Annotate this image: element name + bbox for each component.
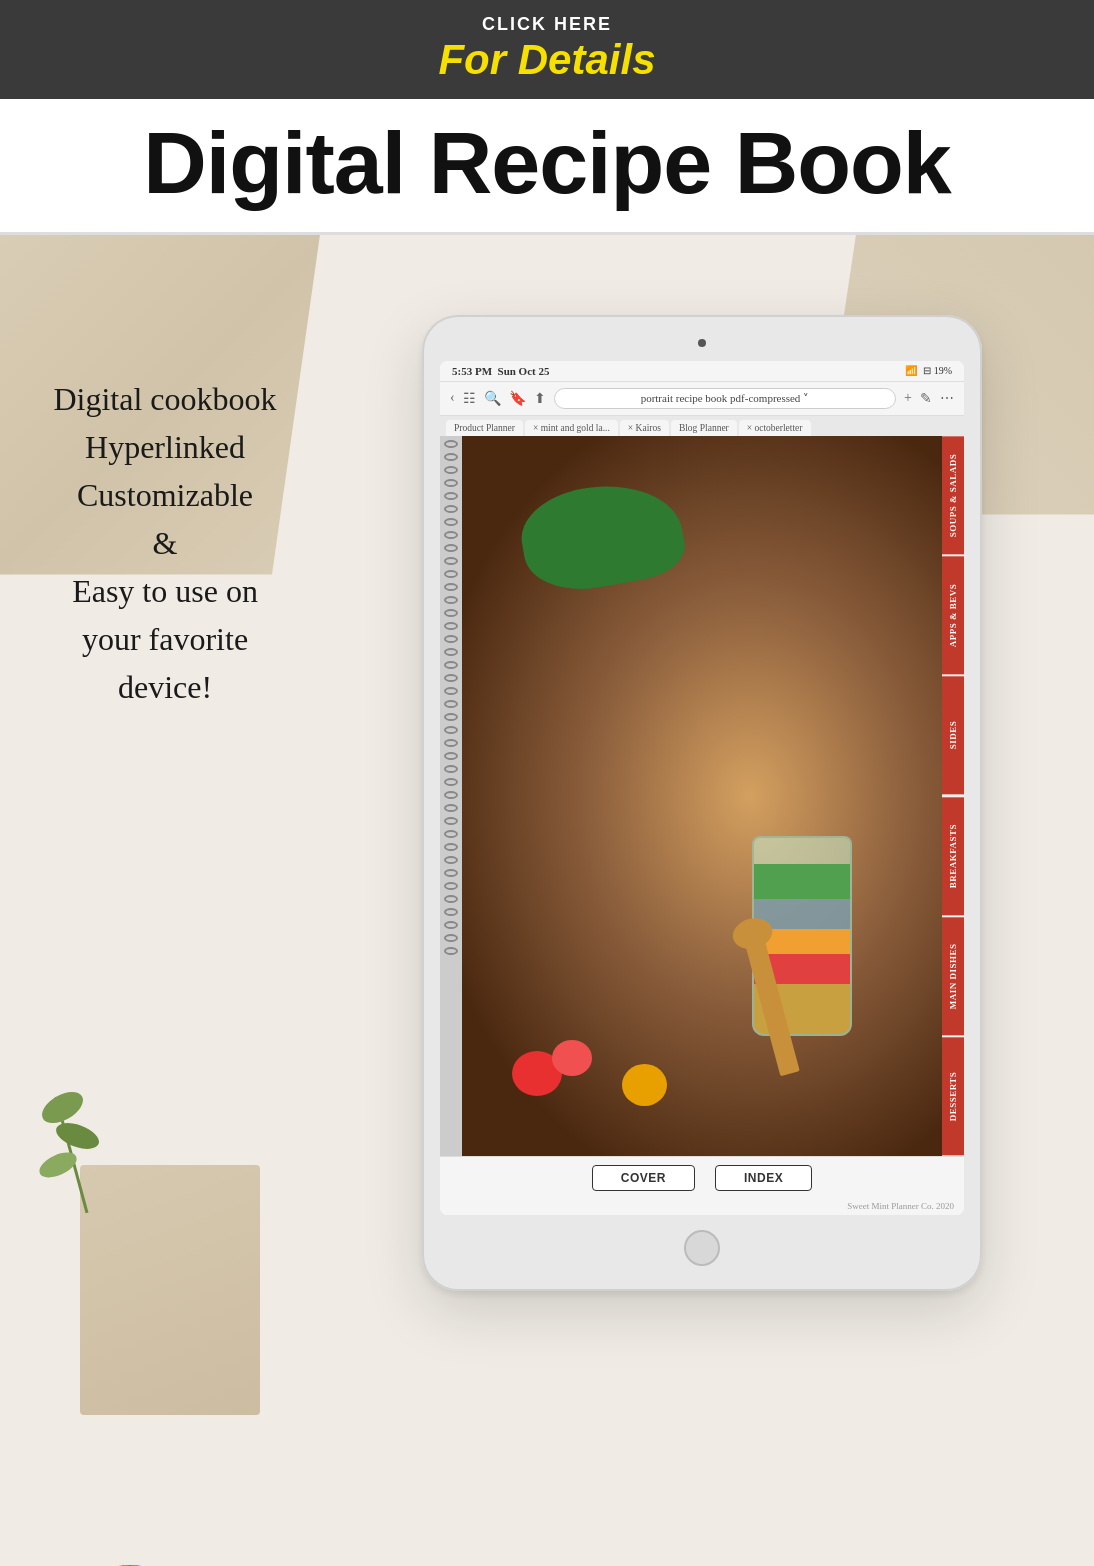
left-text-panel: Digital cookbookHyperlinkedCustomizable&… <box>0 295 310 711</box>
spiral-loop <box>444 908 458 916</box>
wifi-icon: 📶 <box>905 365 917 376</box>
spiral-loop <box>444 596 458 604</box>
leaf-decoration <box>30 1075 110 1215</box>
spiral-loop <box>444 700 458 708</box>
spiral-loop <box>444 726 458 734</box>
tab-product-planner[interactable]: Product Planner <box>446 420 523 436</box>
description-text: Digital cookbookHyperlinkedCustomizable&… <box>40 375 290 711</box>
tab-mint-gold[interactable]: × mint and gold la... <box>525 420 618 436</box>
tab-sides[interactable]: SIDES <box>942 676 964 794</box>
spiral-loop <box>444 453 458 461</box>
spiral-loop <box>444 804 458 812</box>
spiral-loop <box>444 557 458 565</box>
recipe-book-content: SOUPS & SALADS APPS & BEVS SIDES BREAKFA… <box>440 436 964 1156</box>
tablet-bottom <box>440 1223 964 1273</box>
spiral-loop <box>444 583 458 591</box>
grid-icon[interactable]: ☷ <box>463 390 476 407</box>
edit-icon[interactable]: ✎ <box>920 390 932 407</box>
spiral-loop <box>444 869 458 877</box>
for-details-label: For Details <box>20 37 1074 83</box>
tab-desserts[interactable]: DESSERTS <box>942 1037 964 1155</box>
back-button[interactable]: ‹ <box>450 390 455 406</box>
browser-toolbar[interactable]: ‹ ☷ 🔍 🔖 ⬆ portrait recipe book pdf-compr… <box>440 382 964 416</box>
leaf-c <box>36 1147 81 1182</box>
spiral-loop <box>444 479 458 487</box>
index-button[interactable]: INDEX <box>715 1165 812 1191</box>
spiral-loop <box>444 934 458 942</box>
spiral-loop <box>444 466 458 474</box>
spiral-binding <box>440 436 462 1156</box>
spiral-loop <box>444 791 458 799</box>
tomato-2 <box>552 1040 592 1076</box>
spiral-loop <box>444 713 458 721</box>
spiral-loop <box>444 661 458 669</box>
spiral-loop <box>444 518 458 526</box>
leaf-b <box>53 1118 103 1154</box>
spiral-loop <box>444 622 458 630</box>
status-icons: 📶 ⊟ 19% <box>905 365 952 376</box>
spiral-loop <box>444 648 458 656</box>
spiral-loop <box>444 609 458 617</box>
spiral-loop <box>444 856 458 864</box>
recipe-credit: Sweet Mint Planner Co. 2020 <box>440 1199 964 1215</box>
bookmark-icon[interactable]: 🔖 <box>509 390 526 407</box>
bottom-section <box>0 1515 1094 1566</box>
battery-indicator: ⊟ 19% <box>923 365 952 376</box>
tab-blog-planner[interactable]: Blog Planner <box>671 420 737 436</box>
click-here-label: CLICK HERE <box>20 14 1074 35</box>
tab-kairos[interactable]: × Kairos <box>620 420 669 436</box>
spiral-loop <box>444 635 458 643</box>
spiral-loop <box>444 687 458 695</box>
spiral-loop <box>444 830 458 838</box>
spiral-loop <box>444 778 458 786</box>
spiral-loop <box>444 752 458 760</box>
spiral-loop <box>444 505 458 513</box>
spiral-loop <box>444 895 458 903</box>
spiral-loop <box>444 739 458 747</box>
spiral-loop <box>444 843 458 851</box>
search-icon[interactable]: 🔍 <box>484 390 501 407</box>
spiral-loop <box>444 440 458 448</box>
more-icon[interactable]: ⋯ <box>940 390 954 407</box>
spiral-loop <box>444 921 458 929</box>
status-bar: 5:53 PM Sun Oct 25 📶 ⊟ 19% <box>440 361 964 382</box>
browser-tabs: Product Planner × mint and gold la... × … <box>440 416 964 436</box>
spiral-loop <box>444 765 458 773</box>
tab-apps-bevs[interactable]: APPS & BEVS <box>942 556 964 674</box>
tablet-camera <box>698 339 706 347</box>
cover-button[interactable]: COVER <box>592 1165 695 1191</box>
top-banner[interactable]: CLICK HERE For Details <box>0 0 1094 99</box>
page-title: Digital Recipe Book <box>20 117 1074 209</box>
spiral-loop <box>444 817 458 825</box>
spiral-loop <box>444 947 458 955</box>
tab-breakfasts[interactable]: BREAKFASTS <box>942 797 964 915</box>
recipe-photo <box>462 436 942 1156</box>
spiral-loop <box>444 882 458 890</box>
recipe-nav-bar: COVER INDEX <box>440 1156 964 1199</box>
tab-main-dishes[interactable]: MAIN DISHES <box>942 917 964 1035</box>
url-bar[interactable]: portrait recipe book pdf-compressed ˅ <box>554 388 896 409</box>
add-icon[interactable]: + <box>904 390 912 406</box>
tab-october-letter[interactable]: × octoberletter <box>739 420 811 436</box>
spiral-loop <box>444 531 458 539</box>
tablet-top-bar <box>440 333 964 353</box>
tablet-screen: 5:53 PM Sun Oct 25 📶 ⊟ 19% ‹ ☷ 🔍 🔖 ⬆ por… <box>440 361 964 1215</box>
main-content: Digital cookbookHyperlinkedCustomizable&… <box>0 235 1094 1515</box>
jar-layer-greens <box>754 864 850 899</box>
share-icon[interactable]: ⬆ <box>534 390 546 407</box>
recipe-category-tabs[interactable]: SOUPS & SALADS APPS & BEVS SIDES BREAKFA… <box>942 436 964 1156</box>
home-button[interactable] <box>684 1230 720 1266</box>
spiral-loop <box>444 674 458 682</box>
status-time: 5:53 PM Sun Oct 25 <box>452 365 549 377</box>
tomato-3 <box>622 1064 667 1106</box>
spiral-loop <box>444 492 458 500</box>
tablet-device: 5:53 PM Sun Oct 25 📶 ⊟ 19% ‹ ☷ 🔍 🔖 ⬆ por… <box>422 315 982 1291</box>
tablet-container: 5:53 PM Sun Oct 25 📶 ⊟ 19% ‹ ☷ 🔍 🔖 ⬆ por… <box>310 295 1094 1291</box>
tab-soups-salads[interactable]: SOUPS & SALADS <box>942 436 964 554</box>
spiral-loop <box>444 544 458 552</box>
title-section: Digital Recipe Book <box>0 99 1094 234</box>
spiral-loop <box>444 570 458 578</box>
